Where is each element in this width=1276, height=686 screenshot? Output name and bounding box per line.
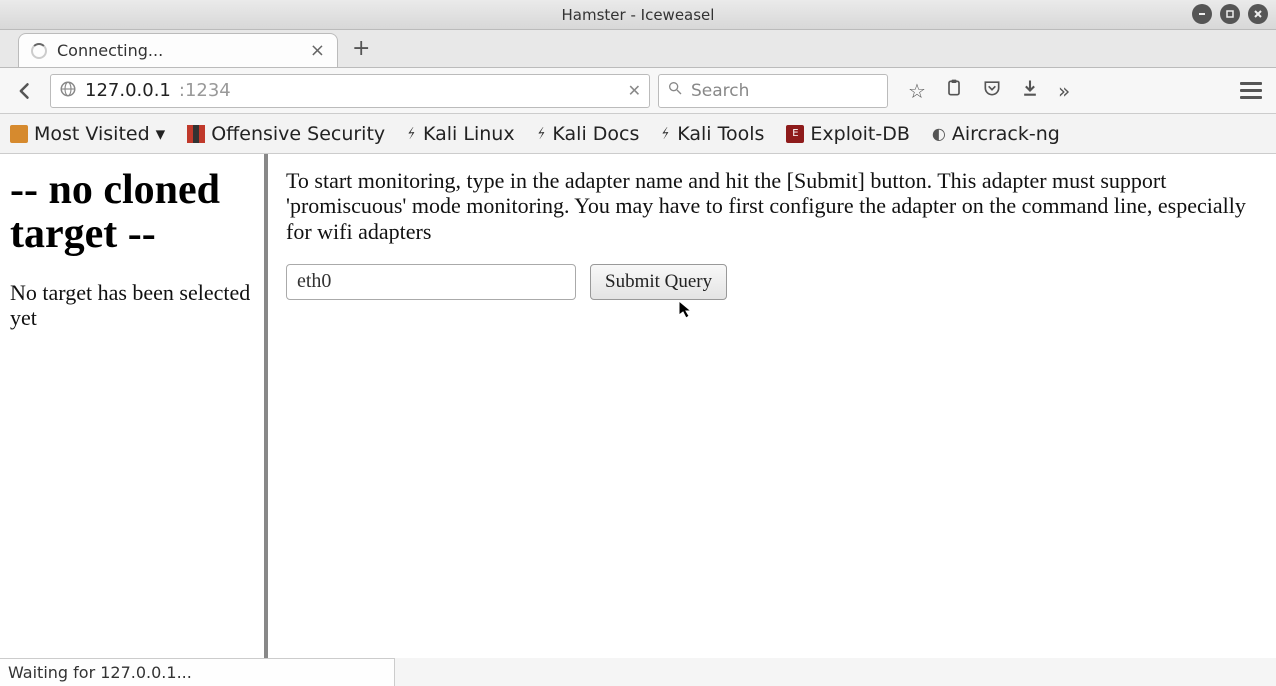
tab-strip: Connecting... × + [0, 30, 1276, 68]
window-controls [1192, 4, 1268, 24]
adapter-input[interactable] [286, 264, 576, 300]
window-title: Hamster - Iceweasel [562, 6, 715, 24]
bookmarks-toolbar: Most Visited ▾ Offensive Security ⚡ Kali… [0, 114, 1276, 154]
kali-icon: ⚡ [659, 124, 674, 142]
bookmark-label: Kali Tools [677, 123, 764, 145]
url-host: 127.0.0.1 [85, 80, 171, 101]
url-bar[interactable]: 127.0.0.1 :1234 ✕ [50, 74, 650, 108]
no-target-text: No target has been selected yet [10, 280, 254, 331]
bookmark-star-icon[interactable]: ☆ [908, 79, 926, 103]
exploitdb-icon: E [786, 125, 804, 143]
cloned-target-heading: -- no cloned target -- [10, 168, 254, 256]
offsec-icon [187, 125, 205, 143]
folder-icon [10, 125, 28, 143]
site-identity-icon [59, 80, 77, 102]
navigation-toolbar: 127.0.0.1 :1234 ✕ Search ☆ » [0, 68, 1276, 114]
clipboard-icon[interactable] [944, 78, 964, 103]
hamburger-menu-button[interactable] [1234, 76, 1268, 105]
bookmark-most-visited[interactable]: Most Visited ▾ [10, 123, 165, 145]
pocket-icon[interactable] [982, 78, 1002, 103]
maximize-button[interactable] [1220, 4, 1240, 24]
url-port: :1234 [179, 80, 231, 101]
search-icon [667, 80, 683, 101]
status-text: Waiting for 127.0.0.1... [8, 663, 192, 682]
bookmark-label: Kali Docs [552, 123, 639, 145]
adapter-form: Submit Query [286, 264, 1258, 300]
downloads-icon[interactable] [1020, 78, 1040, 103]
bookmark-aircrack[interactable]: ◐ Aircrack-ng [932, 123, 1060, 145]
toolbar-icons: ☆ » [908, 78, 1070, 103]
bookmark-kali-docs[interactable]: ⚡ Kali Docs [537, 123, 640, 145]
minimize-button[interactable] [1192, 4, 1212, 24]
aircrack-icon: ◐ [932, 124, 946, 143]
close-window-button[interactable] [1248, 4, 1268, 24]
tab-label: Connecting... [57, 41, 163, 60]
back-button[interactable] [8, 74, 42, 108]
bookmark-label: Kali Linux [423, 123, 515, 145]
right-pane: To start monitoring, type in the adapter… [268, 154, 1276, 658]
bookmark-offensive-security[interactable]: Offensive Security [187, 123, 385, 145]
kali-icon: ⚡ [534, 124, 549, 142]
bookmark-exploit-db[interactable]: E Exploit-DB [786, 123, 909, 145]
page-content: -- no cloned target -- No target has bee… [0, 154, 1276, 658]
bookmark-kali-linux[interactable]: ⚡ Kali Linux [407, 123, 514, 145]
stop-reload-button[interactable]: ✕ [628, 81, 641, 100]
bookmark-label: Aircrack-ng [952, 123, 1060, 145]
bookmark-kali-tools[interactable]: ⚡ Kali Tools [661, 123, 764, 145]
bookmark-label: Offensive Security [211, 123, 385, 145]
instructions-text: To start monitoring, type in the adapter… [286, 168, 1258, 244]
chevron-down-icon: ▾ [156, 123, 166, 145]
search-placeholder: Search [691, 81, 749, 101]
browser-tab[interactable]: Connecting... × [18, 33, 338, 67]
close-tab-button[interactable]: × [310, 40, 325, 61]
bookmark-label: Exploit-DB [810, 123, 909, 145]
left-pane: -- no cloned target -- No target has bee… [0, 154, 268, 658]
submit-query-button[interactable]: Submit Query [590, 264, 727, 300]
search-bar[interactable]: Search [658, 74, 888, 108]
status-bar: Waiting for 127.0.0.1... [0, 658, 395, 686]
window-titlebar: Hamster - Iceweasel [0, 0, 1276, 30]
new-tab-button[interactable]: + [352, 36, 370, 67]
overflow-icon[interactable]: » [1058, 79, 1070, 103]
kali-icon: ⚡ [405, 124, 420, 142]
loading-spinner-icon [31, 43, 47, 59]
bookmark-label: Most Visited [34, 123, 150, 145]
